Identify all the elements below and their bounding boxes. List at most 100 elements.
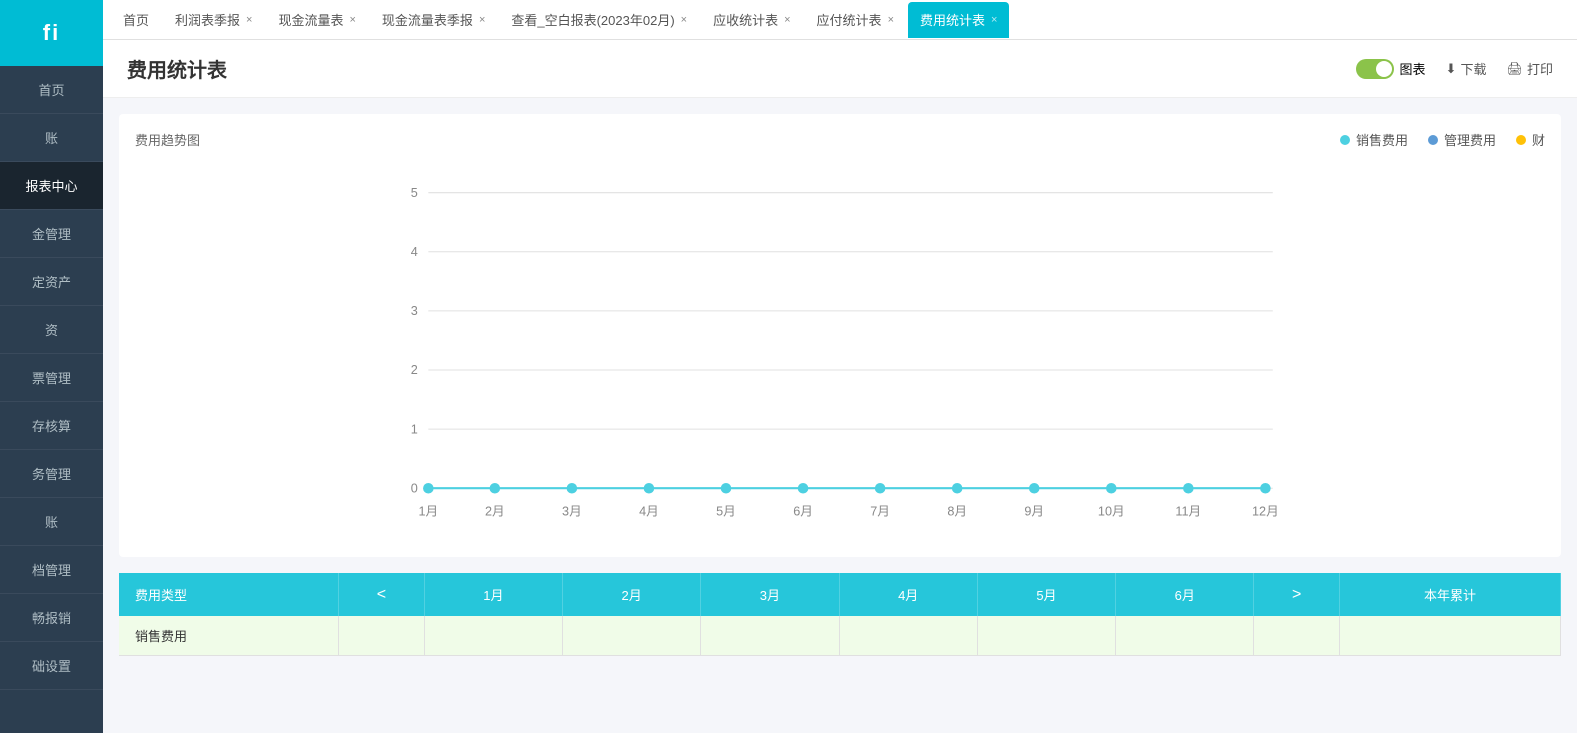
chart-dot	[644, 483, 655, 494]
header-actions: 图表 ⬇ 下载 🖨 打印	[1356, 59, 1553, 79]
tab-cashflow-quarterly-close[interactable]: ×	[479, 14, 485, 26]
col-month-4: 4月	[839, 573, 977, 616]
sidebar-logo: fi	[0, 0, 103, 66]
download-button[interactable]: ⬇ 下载	[1446, 59, 1487, 78]
page-header: 费用统计表 图表 ⬇ 下载 🖨 打印	[103, 40, 1577, 98]
tab-cashflow-close[interactable]: ×	[349, 14, 355, 26]
print-icon: 🖨	[1506, 61, 1523, 77]
row-val-1	[424, 616, 562, 656]
tab-expense-stats[interactable]: 费用统计表 ×	[908, 2, 1009, 38]
row-val-6	[1116, 616, 1254, 656]
row-empty-nav2	[1254, 616, 1340, 656]
tab-cashflow-quarterly-label: 现金流量表季报	[382, 10, 473, 29]
row-val-5	[977, 616, 1115, 656]
legend-sales-label: 销售费用	[1356, 130, 1408, 149]
svg-text:4: 4	[411, 245, 418, 259]
tab-blank-report-close[interactable]: ×	[681, 14, 687, 26]
row-val-4	[839, 616, 977, 656]
chart-dot	[1106, 483, 1117, 494]
svg-text:5月: 5月	[716, 505, 736, 519]
chart-container: 5 4 3 2 1 0	[135, 161, 1545, 541]
chart-toggle-wrap: 图表	[1356, 59, 1426, 79]
chart-title: 费用趋势图	[135, 130, 200, 149]
svg-text:4月: 4月	[639, 505, 659, 519]
svg-text:2月: 2月	[485, 505, 505, 519]
tab-expense-stats-label: 费用统计表	[920, 10, 985, 29]
legend-finance-dot	[1516, 135, 1526, 145]
col-next-button[interactable]: >	[1254, 573, 1340, 616]
chart-dot	[1029, 483, 1040, 494]
svg-text:9月: 9月	[1024, 505, 1044, 519]
legend-admin-dot	[1428, 135, 1438, 145]
svg-text:2: 2	[411, 363, 418, 377]
table-header-row: 费用类型 < 1月 2月 3月 4月 5月 6月 > 本年累计	[119, 573, 1561, 616]
chart-dot	[952, 483, 963, 494]
sidebar-item-business[interactable]: 务管理	[0, 450, 103, 498]
sidebar: fi 首页 账 报表中心 金管理 定资产 资 票管理 存核算 务管理 账 档管理…	[0, 0, 103, 733]
svg-text:12月: 12月	[1252, 505, 1279, 519]
legend-finance-label: 财	[1532, 130, 1545, 149]
row-val-3	[701, 616, 839, 656]
chart-legend: 销售费用 管理费用 财	[1340, 130, 1545, 149]
chart-dot	[490, 483, 501, 494]
chart-header: 费用趋势图 销售费用 管理费用 财	[135, 130, 1545, 149]
row-year-total	[1340, 616, 1561, 656]
tab-home[interactable]: 首页	[111, 2, 161, 38]
sidebar-item-expense[interactable]: 畅报销	[0, 594, 103, 642]
chart-dot	[567, 483, 578, 494]
tab-receivable-close[interactable]: ×	[784, 14, 790, 26]
svg-text:8月: 8月	[947, 505, 967, 519]
tab-cashflow[interactable]: 现金流量表 ×	[266, 2, 367, 38]
chart-toggle[interactable]	[1356, 59, 1394, 79]
tab-receivable[interactable]: 应收统计表 ×	[701, 2, 802, 38]
col-month-5: 5月	[977, 573, 1115, 616]
tab-payable-close[interactable]: ×	[888, 14, 894, 26]
sidebar-item-assets[interactable]: 定资产	[0, 258, 103, 306]
tab-bar: 首页 利润表季报 × 现金流量表 × 现金流量表季报 × 查看_空白报表(202…	[103, 0, 1577, 40]
legend-finance: 财	[1516, 130, 1545, 149]
sidebar-item-account[interactable]: 账	[0, 114, 103, 162]
chart-dot	[798, 483, 809, 494]
print-button[interactable]: 🖨 打印	[1506, 59, 1553, 78]
tab-payable[interactable]: 应付统计表 ×	[805, 2, 906, 38]
col-prev-button[interactable]: <	[339, 573, 425, 616]
svg-text:3: 3	[411, 304, 418, 318]
sidebar-item-archive[interactable]: 档管理	[0, 546, 103, 594]
svg-text:0: 0	[411, 481, 418, 495]
sidebar-item-cash[interactable]: 金管理	[0, 210, 103, 258]
row-empty-nav	[339, 616, 425, 656]
tab-blank-report[interactable]: 查看_空白报表(2023年02月) ×	[499, 2, 699, 38]
svg-text:11月: 11月	[1175, 505, 1201, 519]
tab-profit-quarterly-label: 利润表季报	[175, 10, 240, 29]
download-label: 下载	[1460, 59, 1486, 78]
content-area: 费用统计表 图表 ⬇ 下载 🖨 打印 费用趋势图	[103, 40, 1577, 733]
col-month-1: 1月	[424, 573, 562, 616]
chart-dot	[1260, 483, 1271, 494]
tab-expense-stats-close[interactable]: ×	[991, 14, 997, 26]
chart-section: 费用趋势图 销售费用 管理费用 财	[119, 114, 1561, 557]
page-title: 费用统计表	[127, 54, 227, 83]
tab-profit-quarterly-close[interactable]: ×	[246, 14, 252, 26]
sidebar-item-home[interactable]: 首页	[0, 66, 103, 114]
svg-text:10月: 10月	[1098, 505, 1125, 519]
tab-profit-quarterly[interactable]: 利润表季报 ×	[163, 2, 264, 38]
col-month-2: 2月	[563, 573, 701, 616]
data-table: 费用类型 < 1月 2月 3月 4月 5月 6月 > 本年累计 销售费用	[119, 573, 1561, 656]
row-label: 销售费用	[119, 616, 339, 656]
svg-text:1: 1	[411, 422, 418, 436]
sidebar-item-resource[interactable]: 资	[0, 306, 103, 354]
legend-sales-dot	[1340, 135, 1350, 145]
col-month-3: 3月	[701, 573, 839, 616]
sidebar-item-reports[interactable]: 报表中心	[0, 162, 103, 210]
tab-home-label: 首页	[123, 10, 149, 29]
sidebar-item-ledger[interactable]: 账	[0, 498, 103, 546]
sidebar-item-inventory[interactable]: 存核算	[0, 402, 103, 450]
row-val-2	[563, 616, 701, 656]
tab-blank-report-label: 查看_空白报表(2023年02月)	[511, 10, 674, 29]
sidebar-item-invoice[interactable]: 票管理	[0, 354, 103, 402]
tab-cashflow-quarterly[interactable]: 现金流量表季报 ×	[370, 2, 497, 38]
svg-text:6月: 6月	[793, 505, 813, 519]
svg-text:1月: 1月	[418, 505, 438, 519]
download-icon: ⬇	[1446, 61, 1457, 77]
sidebar-item-settings[interactable]: 础设置	[0, 642, 103, 690]
